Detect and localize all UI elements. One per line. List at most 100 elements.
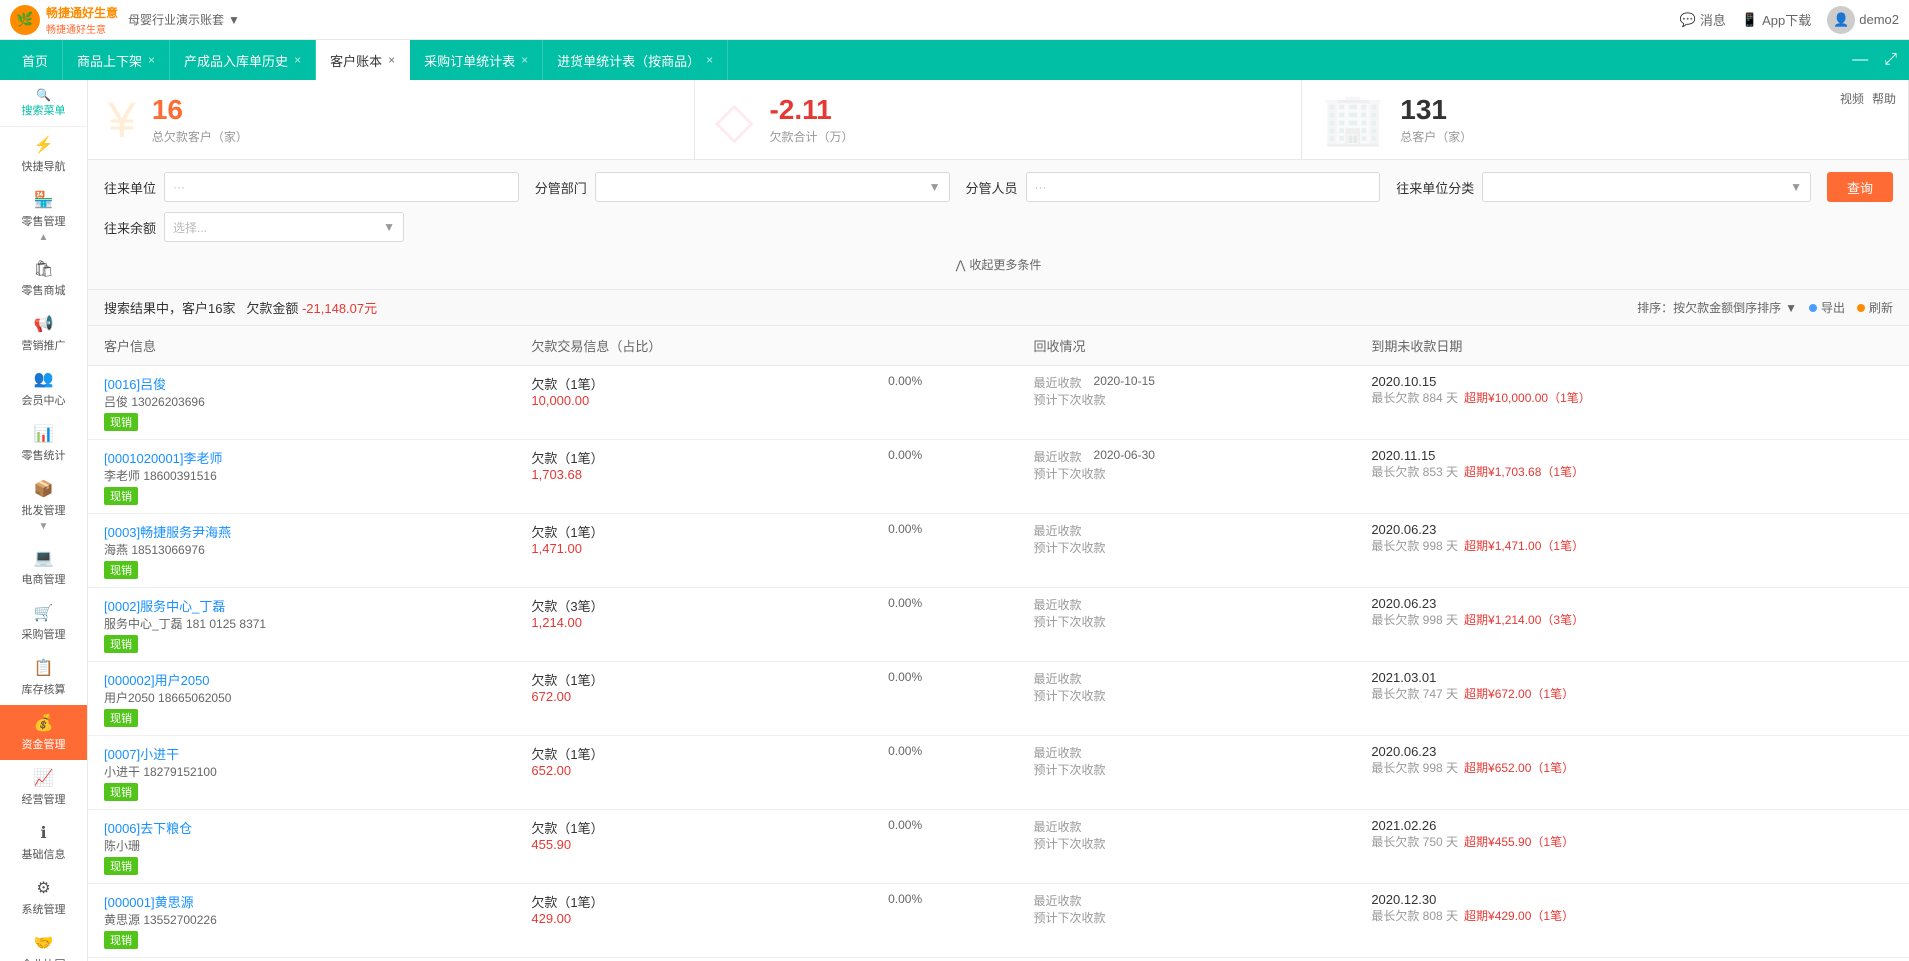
sidebar-item-quick-nav[interactable]: ⚡ 快捷导航 (0, 127, 87, 182)
video-button[interactable]: 视频 (1840, 90, 1864, 107)
sidebar-item-member-center[interactable]: 👥 会员中心 (0, 361, 87, 416)
debt-info-cell: 欠款（1笔） 652.00 (515, 736, 872, 810)
debt-amount[interactable]: 672.00 (531, 689, 856, 704)
export-button[interactable]: 导出 (1809, 299, 1845, 316)
tab-production-history[interactable]: 产成品入库单历史 × (170, 40, 316, 80)
customer-name-link[interactable]: [0003]畅捷服务尹海燕 (104, 525, 231, 540)
overdue-link[interactable]: 超期¥455.90（1笔） (1464, 833, 1574, 850)
debt-amount[interactable]: 10,000.00 (531, 393, 856, 408)
tab-purchase-stats[interactable]: 进货单统计表（按商品） × (543, 40, 728, 80)
sidebar-item-marketing[interactable]: 📢 营销推广 (0, 306, 87, 361)
debt-count: 欠款（1笔） (531, 374, 856, 393)
due-date-cell: 2020.06.23 最长欠款 998 天 超期¥652.00（1笔） (1355, 736, 1909, 810)
help-button[interactable]: 帮助 (1872, 90, 1896, 107)
sidebar-item-enterprise[interactable]: 🤝 企业协同 (0, 925, 87, 961)
department-select[interactable]: ▼ (595, 172, 950, 202)
overdue-days: 最长欠款 998 天 (1371, 611, 1458, 628)
close-tab-icon[interactable]: × (388, 53, 395, 67)
due-date-cell: 2020.06.23 最长欠款 998 天 超期¥1,471.00（1笔） (1355, 514, 1909, 588)
overdue-link[interactable]: 超期¥672.00（1笔） (1464, 685, 1574, 702)
customer-name-link[interactable]: [0006]去下粮仓 (104, 821, 192, 836)
stat-label-total: 总客户（家） (1400, 128, 1472, 145)
balance-select[interactable]: 选择... ▼ (164, 212, 404, 242)
customer-tag: 现销 (104, 635, 138, 653)
minimize-button[interactable]: — (1848, 47, 1872, 73)
person-input[interactable]: ··· (1026, 172, 1381, 202)
tab-customer-account[interactable]: 客户账本 × (316, 40, 410, 80)
refresh-icon (1857, 304, 1865, 312)
sidebar-item-inventory[interactable]: 📋 库存核算 (0, 650, 87, 705)
data-table: 客户信息 欠款交易信息（占比） 回收情况 到期未收款日期 [0016]吕俊 吕俊… (88, 326, 1909, 961)
sidebar-item-wholesale[interactable]: 📦 批发管理 ▼ (0, 471, 87, 540)
debt-ratio-cell: 0.00% (872, 810, 1017, 884)
sidebar-item-operations[interactable]: 📈 经营管理 (0, 760, 87, 815)
debt-amount[interactable]: 652.00 (531, 763, 856, 778)
overdue-days: 最长欠款 750 天 (1371, 833, 1458, 850)
customer-name-link[interactable]: [0001020001]李老师 (104, 451, 223, 466)
table-toolbar: 搜索结果中，客户16家 欠款金额 -21,148.07元 排序：按欠款金额倒序排… (88, 290, 1909, 326)
close-tab-icon[interactable]: × (521, 53, 528, 67)
overdue-link[interactable]: 超期¥1,703.68（1笔） (1464, 463, 1584, 480)
collapse-button[interactable]: ⋀ 收起更多条件 (104, 252, 1893, 277)
close-tab-icon[interactable]: × (294, 53, 301, 67)
debt-amount[interactable]: 1,703.68 (531, 467, 856, 482)
customer-name-link[interactable]: [0016]吕俊 (104, 377, 166, 392)
debt-amount[interactable]: 1,214.00 (531, 615, 856, 630)
category-select[interactable]: ▼ (1482, 172, 1811, 202)
sidebar-item-system[interactable]: ⚙ 系统管理 (0, 870, 87, 925)
debt-info-cell: 欠款（3笔） 1,214.00 (515, 588, 872, 662)
overdue-link[interactable]: 超期¥1,471.00（1笔） (1464, 537, 1584, 554)
sort-selector[interactable]: 排序：按欠款金额倒序排序 ▼ (1637, 299, 1797, 316)
sidebar-item-ecommerce[interactable]: 💻 电商管理 (0, 540, 87, 595)
customer-info-cell: [0016]吕俊 吕俊 13026203696 现销 (88, 366, 515, 440)
due-date-cell: 2020.11.15 最长欠款 853 天 超期¥1,703.68（1笔） (1355, 440, 1909, 514)
close-tab-icon[interactable]: × (706, 53, 713, 67)
customer-info-cell: [000001]黄思源 黄思源 13552700226 现销 (88, 884, 515, 958)
user-menu[interactable]: 👤 demo2 (1827, 6, 1899, 34)
customer-name-link[interactable]: [000001]黄思源 (104, 895, 194, 910)
overdue-link[interactable]: 超期¥652.00（1笔） (1464, 759, 1574, 776)
query-button[interactable]: 查询 (1827, 172, 1893, 202)
due-date-cell: 2020.12.30 最长欠款 808 天 超期¥429.00（1笔） (1355, 884, 1909, 958)
due-date-cell: 2021.02.26 最长欠款 750 天 超期¥455.90（1笔） (1355, 810, 1909, 884)
overdue-link[interactable]: 超期¥1,214.00（3笔） (1464, 611, 1584, 628)
sidebar-item-purchase[interactable]: 🛒 采购管理 (0, 595, 87, 650)
sidebar-item-finance[interactable]: 💰 资金管理 (0, 705, 87, 760)
overdue-days: 最长欠款 747 天 (1371, 685, 1458, 702)
sidebar-search[interactable]: 🔍 搜索菜单 (0, 80, 87, 127)
next-payment-label: 预计下次收款 (1034, 689, 1106, 703)
overdue-days: 最长欠款 853 天 (1371, 463, 1458, 480)
search-icon: 🔍 (36, 88, 51, 102)
due-date: 2020.06.23 (1371, 596, 1893, 611)
customer-name-link[interactable]: [000002]用户2050 (104, 673, 210, 688)
expand-icon: ▲ (39, 232, 49, 243)
debt-amount[interactable]: 429.00 (531, 911, 856, 926)
sidebar-item-basic-info[interactable]: ℹ 基础信息 (0, 815, 87, 870)
customer-info-cell: [000002]用户2050 用户2050 18665062050 现销 (88, 662, 515, 736)
tab-home[interactable]: 首页 (8, 40, 63, 80)
close-tab-icon[interactable]: × (148, 53, 155, 67)
next-payment-label: 预计下次收款 (1034, 615, 1106, 629)
col-header-debt-info: 欠款交易信息（占比） (515, 326, 872, 366)
debt-amount[interactable]: 455.90 (531, 837, 856, 852)
sidebar-item-retail-mgmt[interactable]: 🏪 零售管理 ▲ (0, 182, 87, 251)
store-selector[interactable]: 母婴行业演示账套 ▼ (128, 11, 240, 28)
overdue-days: 最长欠款 808 天 (1371, 907, 1458, 924)
customer-tag: 现销 (104, 709, 138, 727)
overdue-link[interactable]: 超期¥429.00（1笔） (1464, 907, 1574, 924)
debt-amount[interactable]: 1,471.00 (531, 541, 856, 556)
customer-name-link[interactable]: [0007]小进干 (104, 747, 179, 762)
app-download-button[interactable]: 📱 App下载 (1742, 10, 1811, 29)
tab-product-listing[interactable]: 商品上下架 × (63, 40, 170, 80)
table-row: [0003]畅捷服务尹海燕 海燕 18513066976 现销 欠款（1笔） 1… (88, 514, 1909, 588)
overdue-link[interactable]: 超期¥10,000.00（1笔） (1464, 389, 1591, 406)
sidebar-item-retail-mall[interactable]: 🛍 零售商城 (0, 251, 87, 306)
maximize-button[interactable]: ⤢ (1880, 47, 1901, 73)
refresh-button[interactable]: 刷新 (1857, 299, 1893, 316)
message-button[interactable]: 💬 消息 (1680, 10, 1726, 29)
tab-purchase-order[interactable]: 采购订单统计表 × (410, 40, 543, 80)
sidebar-item-retail-stats[interactable]: 📊 零售统计 (0, 416, 87, 471)
customer-name-link[interactable]: [0002]服务中心_丁磊 (104, 599, 225, 614)
customer-input[interactable]: ··· (164, 172, 519, 202)
customer-phone: 服务中心_丁磊 181 0125 8371 (104, 615, 499, 632)
